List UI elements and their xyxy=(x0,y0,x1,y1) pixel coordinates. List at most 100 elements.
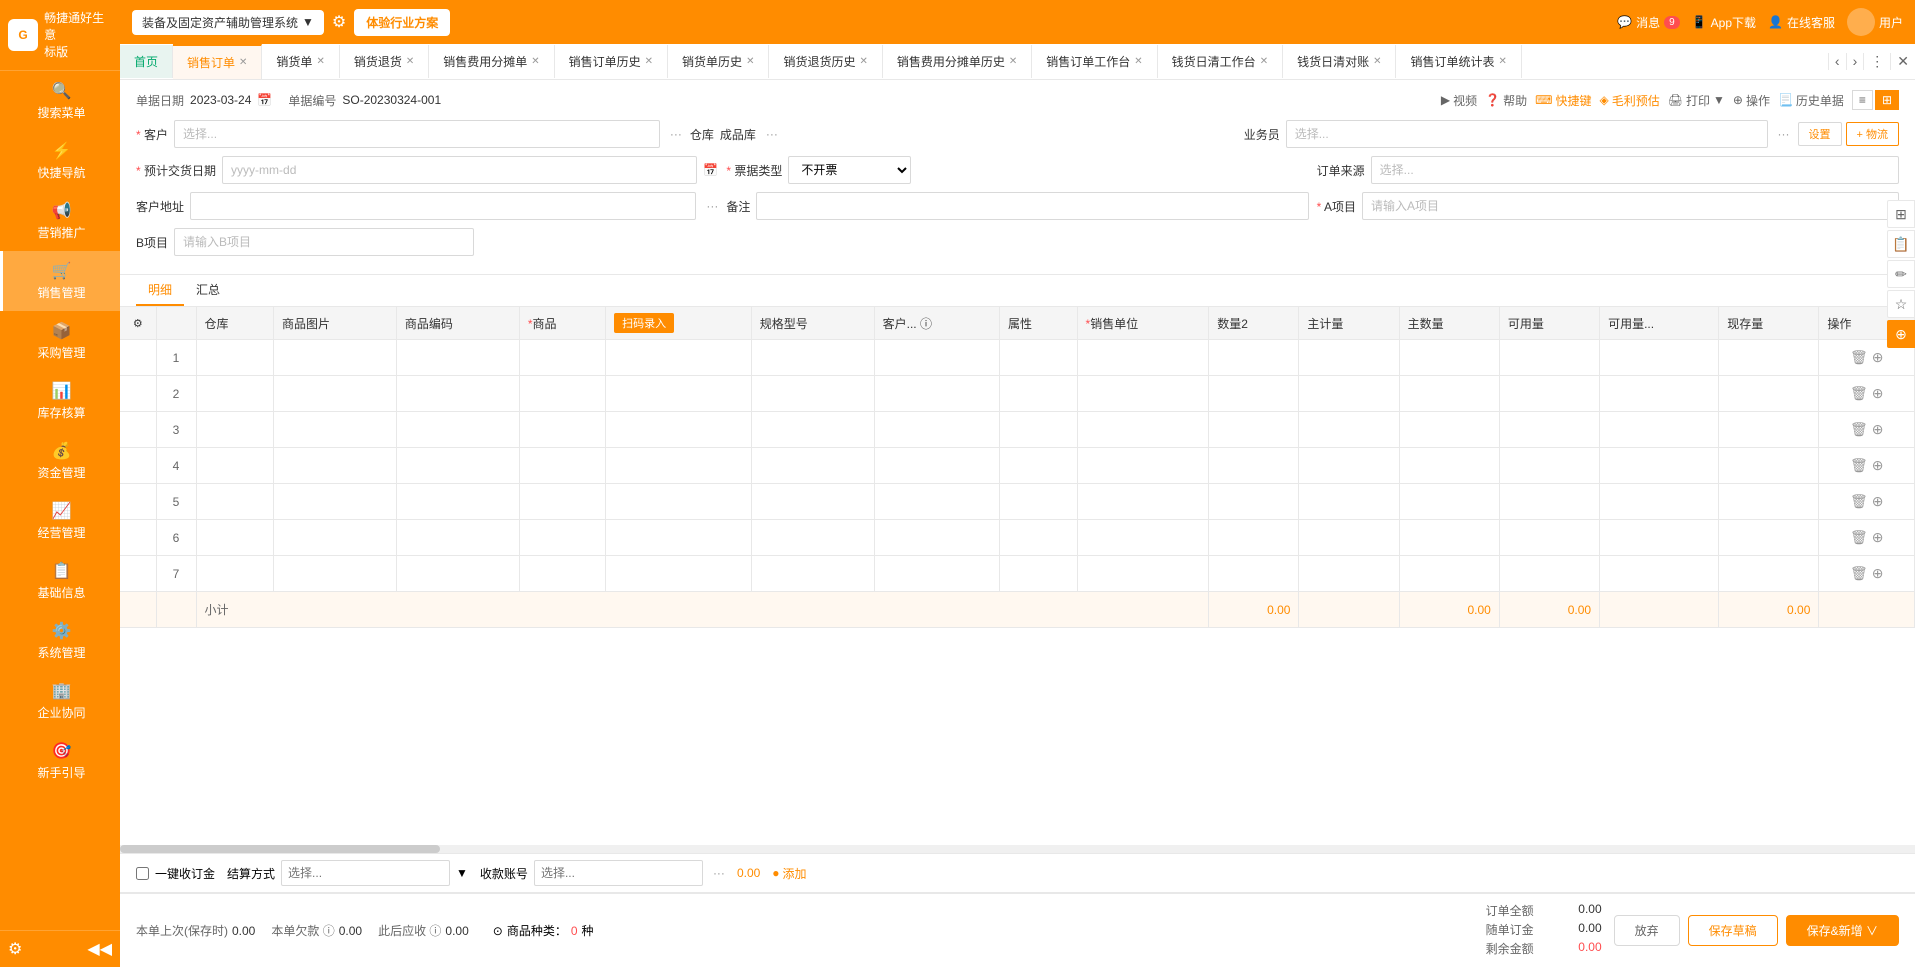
row-code[interactable] xyxy=(396,340,519,376)
add-logistics-button[interactable]: + 物流 xyxy=(1846,122,1899,146)
row-copy-button[interactable]: ⊕ xyxy=(1872,421,1884,438)
goods-count-icon[interactable]: ⊙ xyxy=(493,924,503,938)
sidebar-collapse-icon[interactable]: ◀◀ xyxy=(87,939,112,959)
scroll-thumb[interactable] xyxy=(120,845,440,853)
discard-button[interactable]: 放弃 xyxy=(1614,915,1680,946)
row-main-qty[interactable] xyxy=(1399,340,1499,376)
sidebar-item-basic[interactable]: 📋 基础信息 xyxy=(0,551,120,611)
row-delete-button[interactable]: 🗑 xyxy=(1850,385,1868,402)
tab-close-sales-order-history[interactable]: ✕ xyxy=(645,56,653,67)
horizontal-scrollbar[interactable] xyxy=(120,845,1915,853)
user-menu[interactable]: 用户 xyxy=(1847,8,1903,36)
one-click-checkbox[interactable] xyxy=(136,867,149,880)
print-button[interactable]: 🖨 打印 ▼ xyxy=(1668,92,1725,109)
row-delete-button[interactable]: 🗑 xyxy=(1850,421,1868,438)
address-more-icon[interactable]: ··· xyxy=(706,199,718,213)
row-copy-button[interactable]: ⊕ xyxy=(1872,493,1884,510)
row-qty2[interactable] xyxy=(1209,340,1299,376)
tab-close-cash-daily-reconcile[interactable]: ✕ xyxy=(1373,56,1381,67)
sidebar-item-purchase[interactable]: 📦 采购管理 xyxy=(0,311,120,371)
tab-sales-return[interactable]: 销货单 ✕ xyxy=(262,45,339,78)
save-draft-button[interactable]: 保存草稿 xyxy=(1688,915,1778,946)
sidebar-item-system[interactable]: ⚙️ 系统管理 xyxy=(0,611,120,671)
print-dropdown-icon[interactable]: ▼ xyxy=(1713,93,1725,107)
row-copy-button[interactable]: ⊕ xyxy=(1872,349,1884,366)
sidebar-item-sales[interactable]: 🛒 销售管理 xyxy=(0,251,120,311)
th-settings[interactable]: ⚙ xyxy=(120,307,156,340)
message-button[interactable]: 💬 消息 9 xyxy=(1617,14,1680,31)
tab-sales-order-workbench[interactable]: 销售订单工作台 ✕ xyxy=(1032,45,1157,78)
invoice-type-select[interactable]: 不开票 增值税普通发票 增值税专用发票 xyxy=(788,156,911,184)
salesperson-input[interactable] xyxy=(1286,120,1768,148)
tabs-prev-button[interactable]: ‹ xyxy=(1828,53,1846,70)
tab-close-sales-return[interactable]: ✕ xyxy=(316,56,324,67)
payment-method-input[interactable] xyxy=(281,860,450,886)
tab-close-sales-stats[interactable]: ✕ xyxy=(1499,56,1507,67)
profit-button[interactable]: ◈ 毛利预估 xyxy=(1599,92,1659,109)
tab-close-sales-refund[interactable]: ✕ xyxy=(406,56,414,67)
row-copy-button[interactable]: ⊕ xyxy=(1872,457,1884,474)
view-button[interactable]: ▶ 视频 xyxy=(1441,92,1477,109)
list-view-btn[interactable]: ≡ xyxy=(1852,90,1873,110)
online-service-button[interactable]: 👤 在线客服 xyxy=(1768,14,1835,31)
row-attribute[interactable] xyxy=(1000,340,1078,376)
tab-sales-expense-history[interactable]: 销售费用分摊单历史 ✕ xyxy=(883,45,1032,78)
float-btn-1[interactable]: ⊞ xyxy=(1887,200,1915,228)
tab-cash-daily-workbench[interactable]: 钱货日清工作台 ✕ xyxy=(1158,45,1283,78)
row-delete-button[interactable]: 🗑 xyxy=(1850,457,1868,474)
sidebar-item-finance[interactable]: 💰 资金管理 xyxy=(0,431,120,491)
help-button[interactable]: ❓ 帮助 xyxy=(1485,92,1527,109)
tab-sales-refund-history[interactable]: 销货退货历史 ✕ xyxy=(769,45,882,78)
tab-sales-stats[interactable]: 销售订单统计表 ✕ xyxy=(1396,45,1521,78)
row-unit[interactable] xyxy=(1077,340,1209,376)
float-btn-3[interactable]: ✏ xyxy=(1887,260,1915,288)
tabs-menu-button[interactable]: ⋮ xyxy=(1863,53,1890,70)
tab-close-sales-order-workbench[interactable]: ✕ xyxy=(1134,56,1142,67)
tabs-close-all-button[interactable]: ✕ xyxy=(1890,53,1915,70)
row-product[interactable] xyxy=(519,340,605,376)
account-input[interactable] xyxy=(534,860,703,886)
tab-sales-expense-split[interactable]: 销售费用分摊单 ✕ xyxy=(429,45,554,78)
row-delete-button[interactable]: 🗑 xyxy=(1850,493,1868,510)
tab-sales-order-history[interactable]: 销售订单历史 ✕ xyxy=(555,45,668,78)
row-copy-button[interactable]: ⊕ xyxy=(1872,529,1884,546)
row-warehouse[interactable] xyxy=(196,340,274,376)
scan-button[interactable]: 扫码录入 xyxy=(614,313,674,333)
topbar-gear-icon[interactable]: ⚙ xyxy=(332,12,346,32)
salesperson-more-icon[interactable]: ··· xyxy=(1778,127,1790,141)
remark-input[interactable] xyxy=(756,192,1308,220)
tab-sales-order[interactable]: 销售订单 ✕ xyxy=(173,44,262,79)
plan-button[interactable]: 体验行业方案 xyxy=(354,9,450,36)
tab-close-sales-expense-split[interactable]: ✕ xyxy=(531,56,539,67)
row-customer-code[interactable] xyxy=(874,340,999,376)
customer-more-icon[interactable]: ··· xyxy=(670,127,682,141)
sidebar-item-guide[interactable]: 🎯 新手引导 xyxy=(0,731,120,791)
customer-input[interactable] xyxy=(174,120,660,148)
app-download-button[interactable]: 📱 App下载 xyxy=(1692,14,1756,31)
tabs-next-button[interactable]: › xyxy=(1846,53,1864,70)
tab-sales-return-history[interactable]: 销货单历史 ✕ xyxy=(668,45,769,78)
sidebar-item-marketing[interactable]: 📢 营销推广 xyxy=(0,191,120,251)
calendar-icon[interactable]: 📅 xyxy=(257,93,272,107)
tab-close-cash-daily-workbench[interactable]: ✕ xyxy=(1260,56,1268,67)
sidebar-settings-icon[interactable]: ⚙ xyxy=(8,939,22,959)
project-b-input[interactable] xyxy=(174,228,474,256)
row-copy-button[interactable]: ⊕ xyxy=(1872,385,1884,402)
row-copy-button[interactable]: ⊕ xyxy=(1872,565,1884,582)
row-delete-button[interactable]: 🗑 xyxy=(1850,349,1868,366)
float-btn-4[interactable]: ☆ xyxy=(1887,290,1915,318)
detail-tab-detail[interactable]: 明细 xyxy=(136,275,184,306)
row-spec[interactable] xyxy=(751,340,874,376)
sidebar-item-search[interactable]: 🔍 搜索菜单 xyxy=(0,71,120,131)
payment-dropdown-icon[interactable]: ▼ xyxy=(456,866,468,880)
save-new-button[interactable]: 保存&新增 ∨ xyxy=(1786,915,1899,946)
operation-button[interactable]: ⊕ 操作 xyxy=(1733,92,1770,109)
sidebar-item-operations[interactable]: 📈 经营管理 xyxy=(0,491,120,551)
grid-view-btn[interactable]: ⊞ xyxy=(1875,90,1899,110)
add-payment-button[interactable]: ● 添加 xyxy=(772,865,806,882)
warehouse-more-icon[interactable]: ··· xyxy=(766,127,778,141)
delivery-calendar-icon[interactable]: 📅 xyxy=(703,163,718,177)
shortcut-button[interactable]: ⌨ 快捷键 xyxy=(1535,92,1591,109)
detail-tab-summary[interactable]: 汇总 xyxy=(184,275,232,306)
account-more-icon[interactable]: ··· xyxy=(713,866,725,880)
